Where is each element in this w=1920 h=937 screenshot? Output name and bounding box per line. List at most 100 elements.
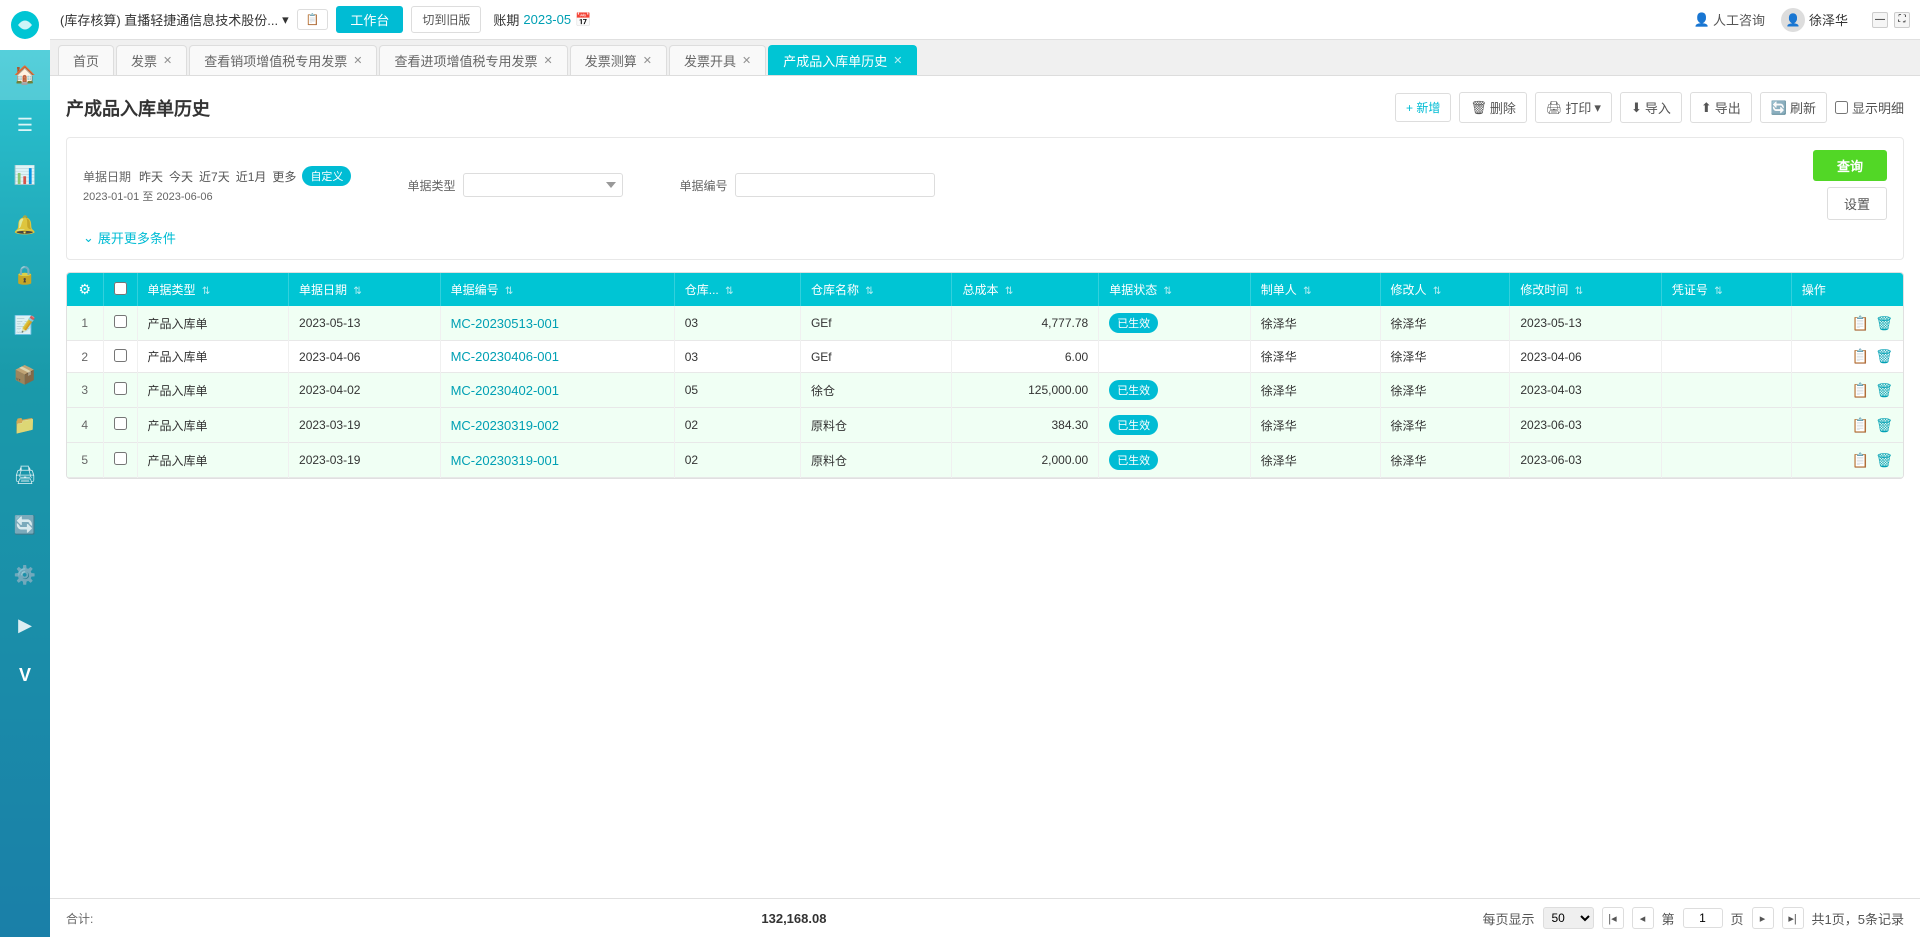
sidebar-item-print[interactable]: 🖨 [0,450,50,500]
minimize-button[interactable]: — [1872,12,1888,28]
delete-row-icon[interactable]: 🗑 [1875,452,1893,469]
sidebar-item-refresh[interactable]: 🔄 [0,500,50,550]
refresh-button[interactable]: 🔄 刷新 [1760,92,1827,123]
export-button[interactable]: ⬆ 导出 [1690,92,1752,123]
sidebar-item-folder[interactable]: 📁 [0,400,50,450]
document-link[interactable]: MC-20230406-001 [451,349,559,364]
page-input[interactable] [1683,908,1723,928]
th-status-sort-icon[interactable]: ⇅ [1164,286,1172,297]
tab-input-vat[interactable]: 查看进项增值税专用发票 ✕ [379,45,567,75]
sidebar-item-list[interactable]: ☰ [0,100,50,150]
show-detail-input[interactable] [1835,101,1848,114]
row-checkbox[interactable] [114,417,127,430]
import-button[interactable]: ⬇ 导入 [1620,92,1682,123]
tab-calc[interactable]: 发票测算 ✕ [570,45,667,75]
cell-checkbox[interactable] [103,408,137,443]
document-link[interactable]: MC-20230513-001 [451,316,559,331]
edit-icon[interactable]: 📋 [1852,452,1869,469]
delete-row-icon[interactable]: 🗑 [1875,417,1893,434]
tab-issue[interactable]: 发票开具 ✕ [669,45,766,75]
th-date-sort-icon[interactable]: ⇅ [353,286,361,297]
sidebar-item-lock[interactable]: 🔒 [0,250,50,300]
cell-checkbox[interactable] [103,373,137,408]
tab-invoice-close[interactable]: ✕ [163,54,172,67]
delete-row-icon[interactable]: 🗑 [1875,315,1893,332]
edit-icon[interactable]: 📋 [1852,417,1869,434]
delete-row-icon[interactable]: 🗑 [1875,348,1893,365]
row-checkbox[interactable] [114,382,127,395]
select-all-checkbox[interactable] [114,282,127,295]
tab-input-vat-close[interactable]: ✕ [544,54,553,67]
shortcut-yesterday[interactable]: 昨天 [139,168,163,185]
tab-calc-close[interactable]: ✕ [643,54,652,67]
delete-row-icon[interactable]: 🗑 [1875,382,1893,399]
show-detail-checkbox[interactable]: 显示明细 [1835,98,1904,117]
document-link[interactable]: MC-20230319-001 [451,453,559,468]
edit-icon[interactable]: 📋 [1852,315,1869,332]
type-select[interactable]: 产品入库单 [463,173,623,197]
cell-checkbox[interactable] [103,306,137,341]
th-checkbox[interactable] [103,273,137,306]
th-creator-sort-icon[interactable]: ⇅ [1303,286,1311,297]
sidebar-item-play[interactable]: ▶ [0,600,50,650]
th-wh-name-sort-icon[interactable]: ⇅ [865,286,873,297]
shortcut-7days[interactable]: 近7天 [199,168,230,185]
tab-history-close[interactable]: ✕ [893,54,902,67]
prev-page-button[interactable]: ◂ [1632,907,1654,929]
shortcut-custom[interactable]: 自定义 [302,166,351,186]
document-link[interactable]: MC-20230319-002 [451,418,559,433]
th-settings[interactable]: ⚙ [67,273,103,306]
row-checkbox[interactable] [114,452,127,465]
calendar-icon[interactable]: 📅 [575,12,591,28]
th-cost-sort-icon[interactable]: ⇅ [1005,286,1013,297]
print-dropdown-icon[interactable]: ▾ [1594,100,1601,116]
sidebar-item-box[interactable]: 📦 [0,350,50,400]
tab-invoice[interactable]: 发票 ✕ [116,45,187,75]
support-button[interactable]: 👤 人工咨询 [1694,10,1765,29]
sidebar-item-note[interactable]: 📝 [0,300,50,350]
table-settings-icon[interactable]: ⚙ [78,281,91,297]
sidebar-item-settings[interactable]: ⚙️ [0,550,50,600]
sidebar-item-v[interactable]: V [0,650,50,700]
th-type-sort-icon[interactable]: ⇅ [202,286,210,297]
tab-issue-close[interactable]: ✕ [742,54,751,67]
sidebar-item-bell[interactable]: 🔔 [0,200,50,250]
th-modifier-sort-icon[interactable]: ⇅ [1433,286,1441,297]
shortcut-1month[interactable]: 近1月 [236,168,267,185]
workbench-button[interactable]: 工作台 [336,6,403,33]
document-link[interactable]: MC-20230402-001 [451,383,559,398]
th-number-sort-icon[interactable]: ⇅ [505,286,513,297]
first-page-button[interactable]: |◂ [1602,907,1624,929]
next-page-button[interactable]: ▸ [1752,907,1774,929]
row-checkbox[interactable] [114,315,127,328]
print-button[interactable]: 🖨 打印 ▾ [1535,92,1612,123]
maximize-button[interactable]: ⛶ [1894,12,1910,28]
last-page-button[interactable]: ▸| [1782,907,1804,929]
shortcut-today[interactable]: 今天 [169,168,193,185]
tab-sales-vat-close[interactable]: ✕ [353,54,362,67]
date-range-display[interactable]: 2023-01-01 至 2023-06-06 [83,188,351,204]
tab-home[interactable]: 首页 [58,45,114,75]
number-input[interactable] [735,173,935,197]
new-button[interactable]: + 新增 [1395,93,1451,122]
edit-icon[interactable]: 📋 [1852,348,1869,365]
cell-checkbox[interactable] [103,341,137,373]
per-page-select[interactable]: 50 100 200 [1543,907,1594,929]
delete-button[interactable]: 🗑 删除 [1459,92,1527,123]
th-voucher-sort-icon[interactable]: ⇅ [1714,286,1722,297]
expand-more[interactable]: ⌄ 展开更多条件 [83,228,1887,247]
sidebar-item-home[interactable]: 🏠 [0,50,50,100]
shortcut-more[interactable]: 更多 [272,168,296,185]
setting-button[interactable]: 设置 [1827,187,1887,220]
company-dropdown-icon[interactable]: ▾ [282,12,289,28]
user-menu[interactable]: 👤 徐泽华 [1781,8,1848,32]
sidebar-item-chart[interactable]: 📊 [0,150,50,200]
row-checkbox[interactable] [114,349,127,362]
edit-icon[interactable]: 📋 [1852,382,1869,399]
switch-button[interactable]: 切到旧版 [411,6,481,33]
th-mtime-sort-icon[interactable]: ⇅ [1575,286,1583,297]
th-wh-code-sort-icon[interactable]: ⇅ [725,286,733,297]
tab-sales-vat[interactable]: 查看销项增值税专用发票 ✕ [189,45,377,75]
tab-history[interactable]: 产成品入库单历史 ✕ [768,45,917,75]
query-button[interactable]: 查询 [1813,150,1887,181]
